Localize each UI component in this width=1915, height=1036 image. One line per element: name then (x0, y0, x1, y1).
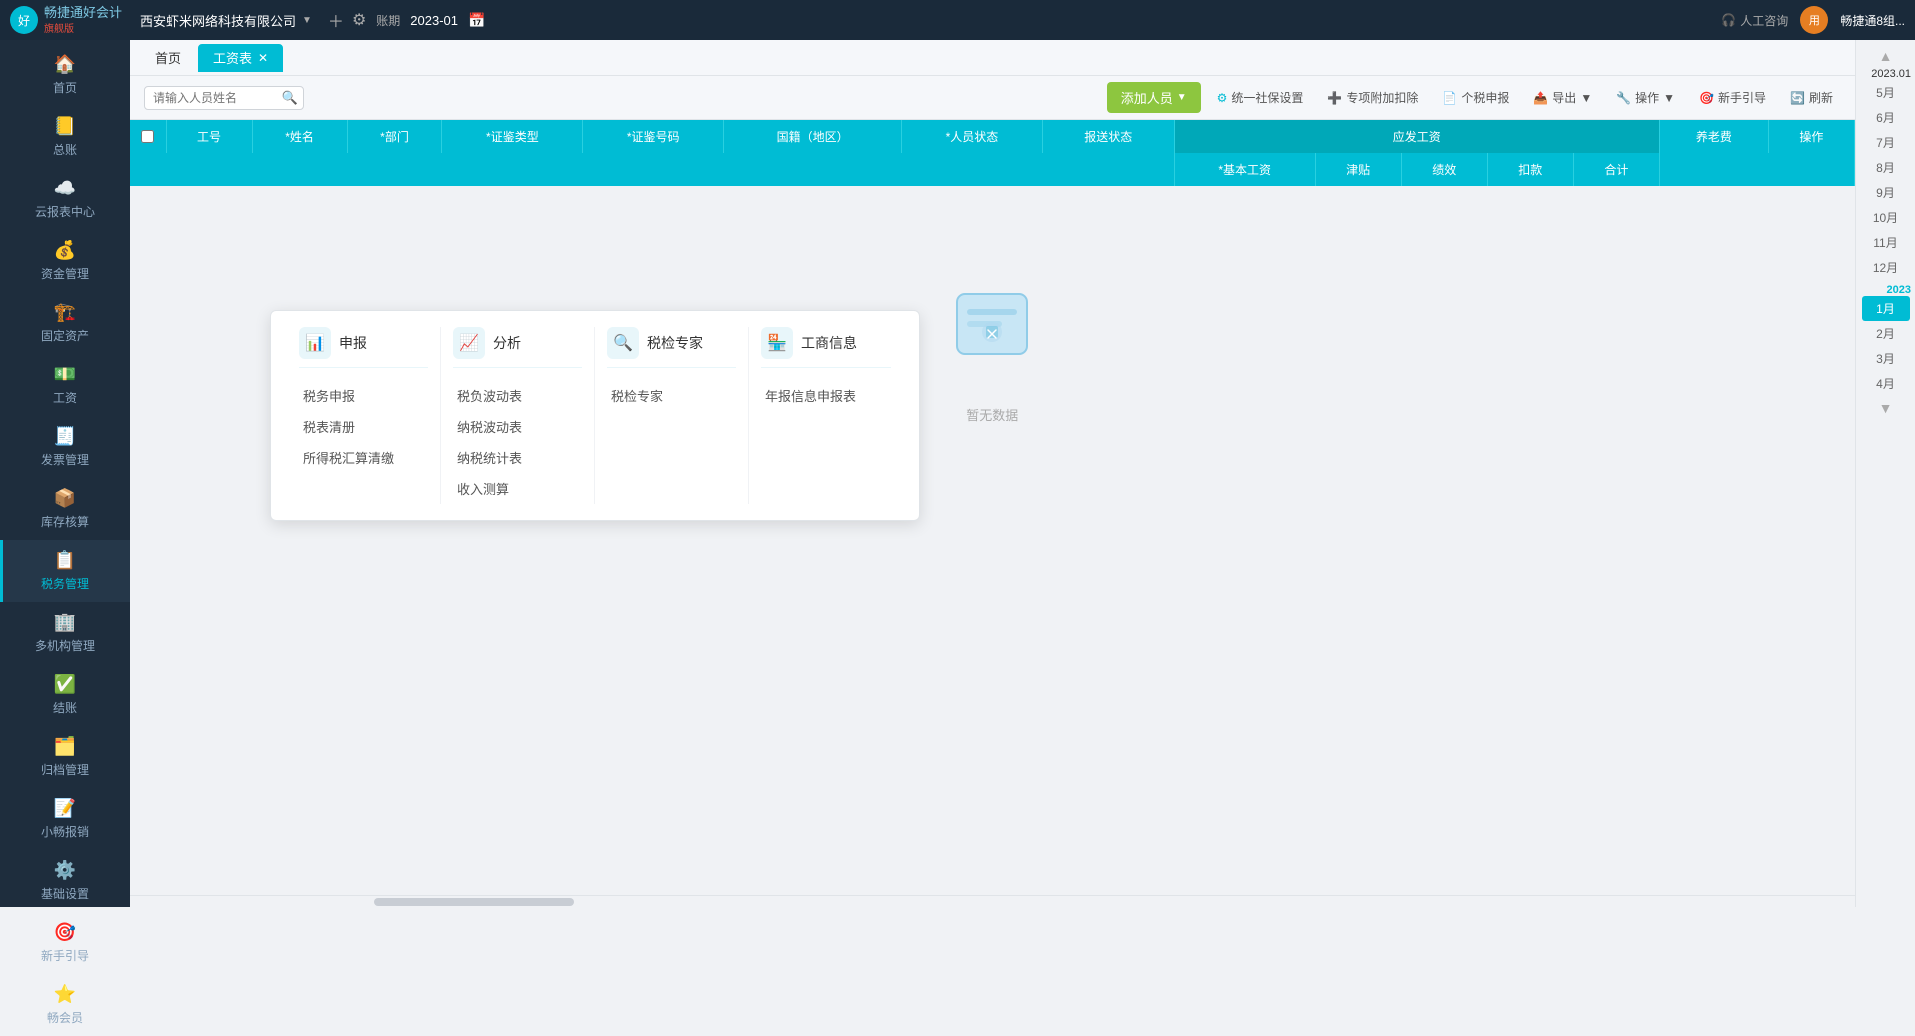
menu-item-tax-expert[interactable]: 税检专家 (607, 380, 736, 411)
sidebar-label-guide: 新手引导 (41, 947, 89, 964)
menu-item-tax-burden[interactable]: 税负波动表 (453, 380, 582, 411)
menu-item-income-tax[interactable]: 所得税汇算清缴 (299, 442, 428, 473)
menu-section-shenbao-header: 📊 申报 (299, 327, 428, 368)
menu-section-shenbao: 📊 申报 税务申报 税表清册 所得税汇算清缴 (287, 327, 441, 504)
sidebar-item-guide[interactable]: 🎯 新手引导 (0, 912, 130, 974)
gongshang-icon: 🏪 (761, 327, 793, 359)
sidebar-label-member: 畅会员 (47, 1009, 83, 1026)
dropdown-menu: 📊 申报 税务申报 税表清册 所得税汇算清缴 📈 分析 税负波动表 纳税波动表 … (270, 310, 920, 521)
menu-section-fenxi: 📈 分析 税负波动表 纳税波动表 纳税统计表 收入测算 (441, 327, 595, 504)
shuijian-icon: 🔍 (607, 327, 639, 359)
menu-item-tax-table[interactable]: 税表清册 (299, 411, 428, 442)
menu-item-tax-wave[interactable]: 纳税波动表 (453, 411, 582, 442)
menu-section-fenxi-header: 📈 分析 (453, 327, 582, 368)
shenbao-title: 申报 (339, 333, 367, 353)
menu-section-gongshang: 🏪 工商信息 年报信息申报表 (749, 327, 903, 504)
menu-section-shuijian: 🔍 税检专家 税检专家 (595, 327, 749, 504)
menu-section-shuijian-header: 🔍 税检专家 (607, 327, 736, 368)
menu-section-gongshang-header: 🏪 工商信息 (761, 327, 891, 368)
menu-item-tax-declare[interactable]: 税务申报 (299, 380, 428, 411)
menu-item-annual-report[interactable]: 年报信息申报表 (761, 380, 891, 411)
member-icon: ⭐ (54, 984, 76, 1005)
shenbao-icon: 📊 (299, 327, 331, 359)
menu-item-income-calc[interactable]: 收入测算 (453, 473, 582, 504)
fenxi-icon: 📈 (453, 327, 485, 359)
gongshang-title: 工商信息 (801, 333, 857, 353)
table-wrapper: 工号 *姓名 *部门 *证鉴类型 *证鉴号码 国籍（地区） *人员状态 报送状态… (130, 120, 1855, 895)
fenxi-title: 分析 (493, 333, 521, 353)
shuijian-title: 税检专家 (647, 333, 703, 353)
menu-item-tax-stat[interactable]: 纳税统计表 (453, 442, 582, 473)
main-layout: 🏠 首页 📒 总账 ☁️ 云报表中心 💰 资金管理 🏗️ 固定资产 💵 工资 🧾… (0, 40, 1915, 907)
guide-icon: 🎯 (54, 922, 76, 943)
sidebar-item-member[interactable]: ⭐ 畅会员 (0, 974, 130, 1036)
content-area: 首页 工资表 ✕ 🔍 添加人员 ▼ ⚙ 统一社保设置 ➕ (130, 40, 1855, 907)
